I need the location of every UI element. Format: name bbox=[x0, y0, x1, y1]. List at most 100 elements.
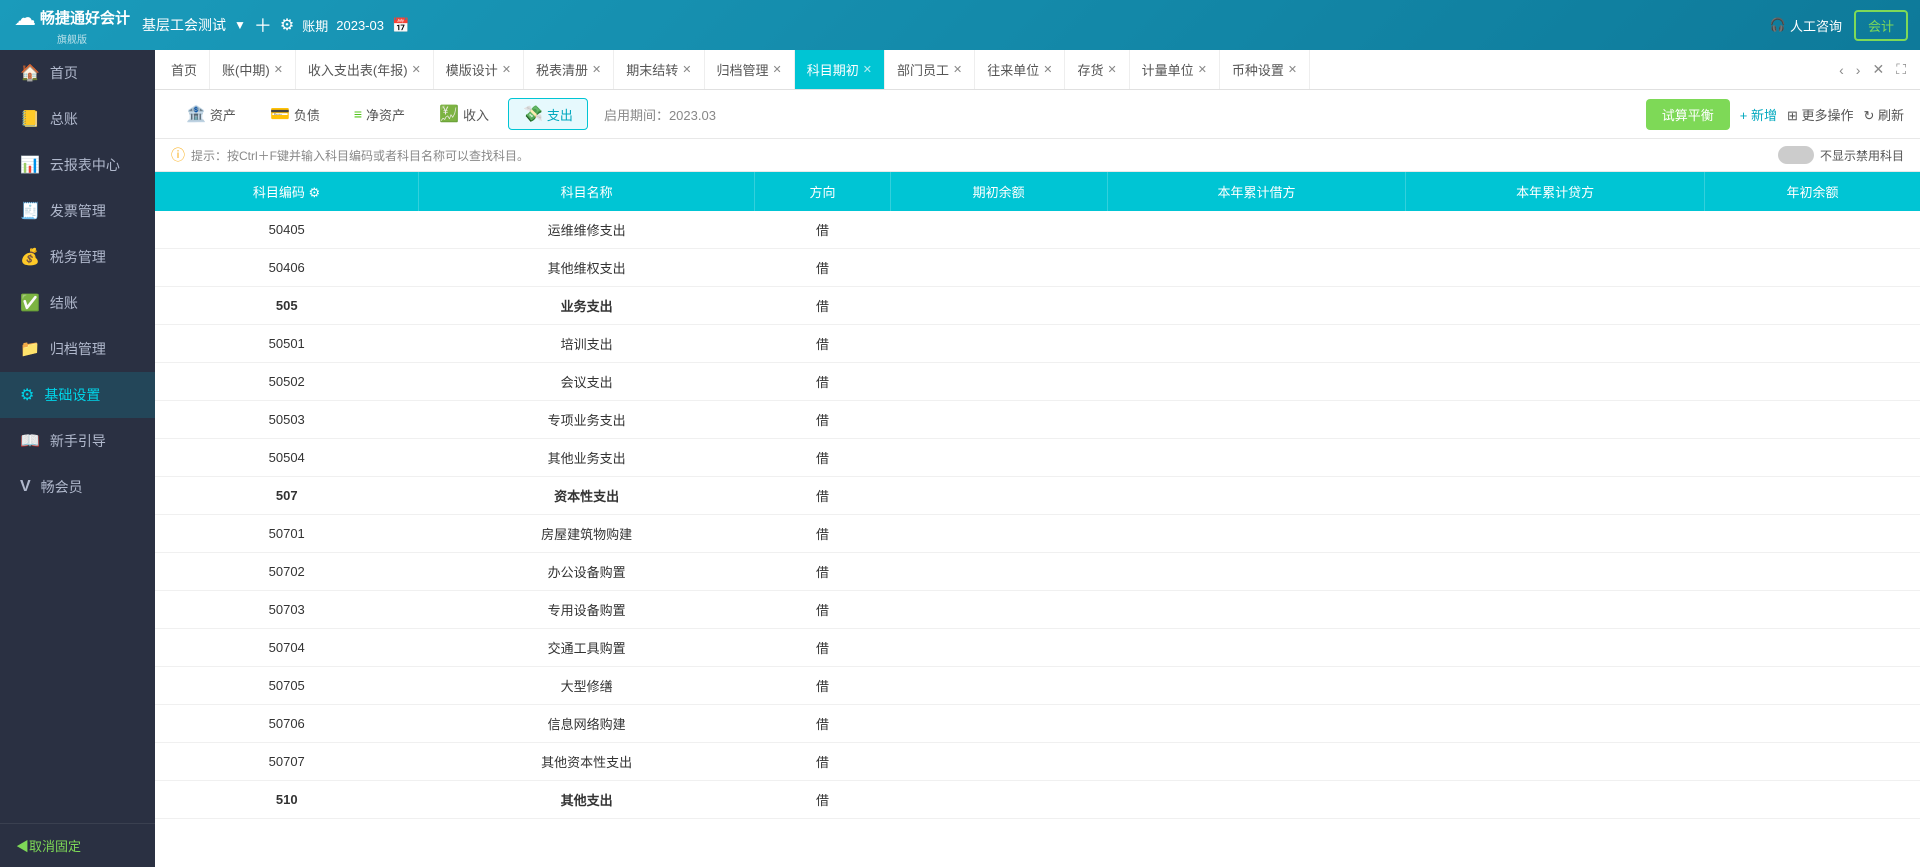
tab-archive[interactable]: 归档管理 ✕ bbox=[705, 50, 795, 90]
service-button[interactable]: 🎧 人工咨询 bbox=[1770, 16, 1842, 35]
tab-unit-close[interactable]: ✕ bbox=[1198, 63, 1207, 76]
sub-tab-expenses[interactable]: 💸 支出 bbox=[508, 98, 588, 130]
tab-close-all[interactable]: ✕ bbox=[1868, 59, 1888, 80]
tab-contacts[interactable]: 往来单位 ✕ bbox=[975, 50, 1065, 90]
tab-template-close[interactable]: ✕ bbox=[502, 63, 511, 76]
tab-dept-close[interactable]: ✕ bbox=[953, 63, 962, 76]
tab-scroll-left[interactable]: ‹ bbox=[1835, 60, 1848, 80]
tab-closing-close[interactable]: ✕ bbox=[682, 63, 691, 76]
table-row[interactable]: 50703 专用设备购置 借 bbox=[155, 591, 1920, 629]
account-button[interactable]: 会计 bbox=[1854, 10, 1908, 41]
sidebar-item-tax[interactable]: 💰 税务管理 bbox=[0, 234, 155, 280]
table-row[interactable]: 505 业务支出 借 bbox=[155, 287, 1920, 325]
table-row[interactable]: 50707 其他资本性支出 借 bbox=[155, 743, 1920, 781]
tab-template[interactable]: 模版设计 ✕ bbox=[434, 50, 524, 90]
cell-ytd-credit bbox=[1406, 287, 1705, 325]
expenses-icon: 💸 bbox=[523, 104, 543, 124]
cell-ytd-debit bbox=[1107, 667, 1406, 705]
table-row[interactable]: 50504 其他业务支出 借 bbox=[155, 439, 1920, 477]
warning-icon: ⓘ bbox=[171, 145, 185, 165]
col-settings-button[interactable]: ⚙ bbox=[308, 185, 320, 201]
sidebar-item-vip[interactable]: V 畅会员 bbox=[0, 464, 155, 510]
tab-template-label: 模版设计 bbox=[446, 60, 498, 79]
sidebar-item-guide[interactable]: 📖 新手引导 bbox=[0, 418, 155, 464]
table-row[interactable]: 50502 会议支出 借 bbox=[155, 363, 1920, 401]
tab-contacts-close[interactable]: ✕ bbox=[1043, 63, 1052, 76]
sub-tab-assets[interactable]: 🏦 资产 bbox=[171, 98, 251, 130]
tab-inventory-close[interactable]: ✕ bbox=[1107, 63, 1116, 76]
table-row[interactable]: 507 资本性支出 借 bbox=[155, 477, 1920, 515]
tab-closing[interactable]: 期末结转 ✕ bbox=[614, 50, 704, 90]
more-button[interactable]: ⊞ 更多操作 bbox=[1787, 105, 1854, 124]
table-row[interactable]: 50701 房屋建筑物购建 借 bbox=[155, 515, 1920, 553]
disable-toggle[interactable] bbox=[1778, 146, 1814, 164]
tab-subject-init-close[interactable]: ✕ bbox=[863, 63, 872, 76]
sidebar-item-closing[interactable]: ✅ 结账 bbox=[0, 280, 155, 326]
tab-maximize[interactable]: ⛶ bbox=[1892, 59, 1910, 80]
cell-ytd-credit bbox=[1406, 515, 1705, 553]
tab-subject-init[interactable]: 科目期初 ✕ bbox=[795, 50, 885, 90]
table-row[interactable]: 50503 专项业务支出 借 bbox=[155, 401, 1920, 439]
sidebar-item-home[interactable]: 🏠 首页 bbox=[0, 50, 155, 96]
cell-opening bbox=[890, 439, 1107, 477]
table-row[interactable]: 50702 办公设备购置 借 bbox=[155, 553, 1920, 591]
table-row[interactable]: 510 其他支出 借 bbox=[155, 781, 1920, 819]
headset-icon: 🎧 bbox=[1770, 17, 1786, 33]
cell-ytd-credit bbox=[1406, 705, 1705, 743]
tab-currency-close[interactable]: ✕ bbox=[1288, 63, 1297, 76]
sidebar-item-archive[interactable]: 📁 归档管理 bbox=[0, 326, 155, 372]
col-ytd-debit: 本年累计借方 bbox=[1107, 172, 1406, 211]
tab-scroll-right[interactable]: › bbox=[1852, 60, 1865, 80]
cell-direction: 借 bbox=[755, 401, 890, 439]
app-subtitle: 旗舰版 bbox=[57, 31, 87, 46]
table-row[interactable]: 50705 大型修缮 借 bbox=[155, 667, 1920, 705]
sidebar-collapse-button[interactable]: ◀取消固定 bbox=[0, 823, 155, 867]
balance-button[interactable]: 试算平衡 bbox=[1646, 99, 1730, 130]
table-row[interactable]: 50501 培训支出 借 bbox=[155, 325, 1920, 363]
tab-taxform[interactable]: 税表清册 ✕ bbox=[524, 50, 614, 90]
cell-ytd-credit bbox=[1406, 249, 1705, 287]
table-row[interactable]: 50704 交通工具购置 借 bbox=[155, 629, 1920, 667]
tab-unit[interactable]: 计量单位 ✕ bbox=[1130, 50, 1220, 90]
tab-income-report[interactable]: 收入支出表(年报) ✕ bbox=[296, 50, 434, 90]
tab-zhangqizhong-close[interactable]: ✕ bbox=[274, 63, 283, 76]
tab-income-report-close[interactable]: ✕ bbox=[412, 63, 421, 76]
settings-gear-icon: ⚙ bbox=[20, 385, 34, 405]
cell-direction: 借 bbox=[755, 591, 890, 629]
table-container[interactable]: 科目编码 ⚙ 科目名称 方向 期初余额 本年累计借方 本年累计贷方 年初余额 5… bbox=[155, 172, 1920, 867]
content-area: 首页 账(中期) ✕ 收入支出表(年报) ✕ 模版设计 ✕ 税表清册 ✕ 期末结… bbox=[155, 50, 1920, 867]
closing-icon: ✅ bbox=[20, 293, 40, 313]
sidebar-item-settings[interactable]: ⚙ 基础设置 bbox=[0, 372, 155, 418]
add-project-icon[interactable]: ＋ bbox=[254, 12, 272, 38]
tab-zhangqizhong[interactable]: 账(中期) ✕ bbox=[210, 50, 296, 90]
table-row[interactable]: 50706 信息网络购建 借 bbox=[155, 705, 1920, 743]
cell-opening bbox=[890, 705, 1107, 743]
tab-dept[interactable]: 部门员工 ✕ bbox=[885, 50, 975, 90]
add-button[interactable]: + 新增 bbox=[1740, 105, 1777, 124]
cell-code: 50703 bbox=[155, 591, 418, 629]
sub-tab-netassets[interactable]: ≡ 净资产 bbox=[339, 99, 420, 130]
sidebar-item-reports[interactable]: 📊 云报表中心 bbox=[0, 142, 155, 188]
project-dropdown-icon[interactable]: ▼ bbox=[234, 18, 246, 32]
sub-tab-income-label: 收入 bbox=[463, 105, 489, 124]
tab-inventory[interactable]: 存货 ✕ bbox=[1065, 50, 1129, 90]
calendar-icon[interactable]: 📅 bbox=[392, 17, 409, 34]
logo-area: ☁ 畅捷通好会计 旗舰版 bbox=[12, 5, 132, 46]
cell-direction: 借 bbox=[755, 781, 890, 819]
settings-icon[interactable]: ⚙ bbox=[280, 15, 294, 35]
assets-icon: 🏦 bbox=[186, 104, 206, 124]
sidebar-item-ledger[interactable]: 📒 总账 bbox=[0, 96, 155, 142]
tab-taxform-close[interactable]: ✕ bbox=[592, 63, 601, 76]
refresh-button[interactable]: ↻ 刷新 bbox=[1863, 105, 1904, 124]
sub-tab-income[interactable]: 💹 收入 bbox=[424, 98, 504, 130]
cell-opening bbox=[890, 249, 1107, 287]
tab-currency[interactable]: 币种设置 ✕ bbox=[1220, 50, 1310, 90]
cell-direction: 借 bbox=[755, 553, 890, 591]
sidebar-item-invoices[interactable]: 🧾 发票管理 bbox=[0, 188, 155, 234]
hint-box: ⓘ 提示：按Ctrl＋F键并输入科目编码或者科目名称可以查找科目。 bbox=[171, 145, 529, 165]
table-row[interactable]: 50405 运维维修支出 借 bbox=[155, 211, 1920, 249]
table-row[interactable]: 50406 其他维权支出 借 bbox=[155, 249, 1920, 287]
sub-tab-liabilities[interactable]: 💳 负债 bbox=[255, 98, 335, 130]
tab-archive-close[interactable]: ✕ bbox=[773, 63, 782, 76]
tab-home[interactable]: 首页 bbox=[159, 50, 210, 90]
